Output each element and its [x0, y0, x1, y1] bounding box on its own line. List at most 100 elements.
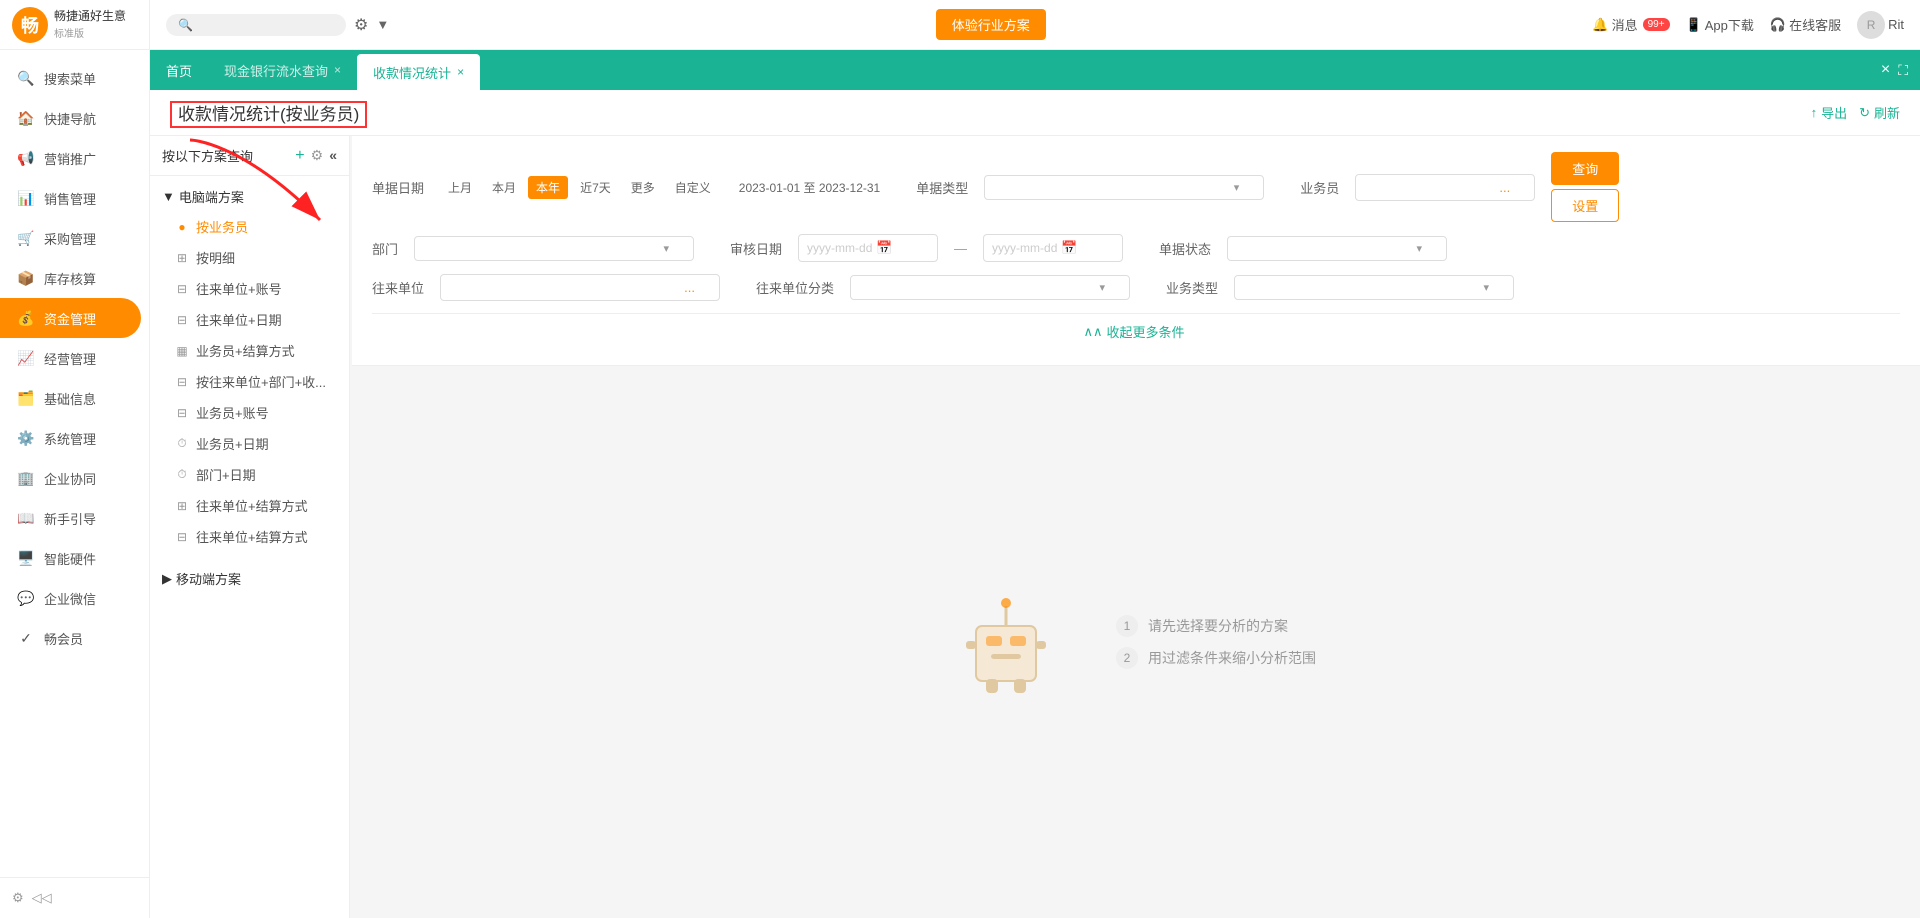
scheme-group-desktop-title[interactable]: ▼ 电脑端方案 — [150, 182, 349, 211]
sales-icon: 📊 — [16, 188, 36, 208]
collapse-panel-icon[interactable]: « — [329, 147, 337, 165]
sidebar-label: 新手引导 — [44, 509, 96, 528]
sidebar-item-purchase[interactable]: 🛒 采购管理 — [0, 218, 149, 258]
collapse-bar[interactable]: ∧∧ 收起更多条件 — [372, 313, 1900, 349]
audit-date-end[interactable]: yyyy-mm-dd 📅 — [983, 234, 1123, 262]
notification-label: 消息 — [1612, 15, 1638, 34]
sidebar-item-basic[interactable]: 🗂️ 基础信息 — [0, 378, 149, 418]
tab-collection-stat-close-icon[interactable]: × — [457, 65, 464, 79]
tab-fullscreen-icon[interactable]: ⛶ — [1898, 62, 1908, 79]
sidebar-item-search-menu[interactable]: 🔍 搜索菜单 — [0, 58, 149, 98]
calendar-start-icon[interactable]: 📅 — [876, 240, 892, 256]
sidebar-item-quick-nav[interactable]: 🏠 快捷导航 — [0, 98, 149, 138]
calendar-end-icon[interactable]: 📅 — [1061, 240, 1077, 256]
sidebar-item-marketing[interactable]: 📢 营销推广 — [0, 138, 149, 178]
date-tab-more[interactable]: 更多 — [623, 176, 663, 199]
doc-status-select[interactable]: ▾ — [1227, 236, 1447, 261]
export-icon: ↑ — [1811, 105, 1818, 120]
date-dash: — — [954, 241, 967, 256]
refresh-action[interactable]: ↻ 刷新 — [1859, 103, 1900, 122]
tab-bank-flow-close-icon[interactable]: × — [334, 63, 341, 77]
salesperson-more-icon[interactable]: ... — [1499, 180, 1510, 195]
partner-label: 往来单位 — [372, 278, 424, 297]
sidebar-item-member[interactable]: ✓ 畅会员 — [0, 618, 149, 658]
partner-more-icon[interactable]: ... — [684, 280, 695, 295]
user-area[interactable]: R Rit — [1857, 11, 1904, 39]
setting-button[interactable]: 设置 — [1551, 189, 1619, 222]
settings-footer-icon[interactable]: ⚙ — [12, 890, 24, 906]
query-button[interactable]: 查询 — [1551, 152, 1619, 185]
notification-area[interactable]: 🔔 消息 99+ — [1592, 15, 1669, 34]
scheme-item-partner-payment1[interactable]: ⊞ 往来单位+结算方式 — [150, 490, 349, 521]
sidebar-item-inventory[interactable]: 📦 库存核算 — [0, 258, 149, 298]
sidebar-item-finance[interactable]: 💰 资金管理 — [0, 298, 141, 338]
scheme-item-partner-payment2[interactable]: ⊟ 往来单位+结算方式 — [150, 521, 349, 552]
sidebar-item-guide[interactable]: 📖 新手引导 — [0, 498, 149, 538]
member-icon: ✓ — [16, 628, 36, 648]
date-tab-this-month[interactable]: 本月 — [484, 176, 524, 199]
biz-type-label: 业务类型 — [1166, 278, 1218, 297]
doc-type-select[interactable]: ▾ — [984, 175, 1264, 200]
date-tab-this-year[interactable]: 本年 — [528, 176, 568, 199]
add-scheme-icon[interactable]: + — [295, 147, 304, 165]
biz-type-select[interactable]: ▾ — [1234, 275, 1514, 300]
date-tab-7days[interactable]: 近7天 — [572, 176, 619, 199]
group-arrow-icon: ▼ — [162, 189, 175, 204]
scheme-item-detail[interactable]: ⊞ 按明细 — [150, 242, 349, 273]
scheme-item-label: 业务员+结算方式 — [196, 341, 295, 360]
settings-scheme-icon[interactable]: ⚙ — [311, 147, 324, 165]
empty-content: 1 请先选择要分析的方案 2 用过滤条件来缩小分析范围 — [956, 586, 1316, 699]
demo-btn[interactable]: 体验行业方案 — [936, 9, 1046, 40]
sidebar-item-operation[interactable]: 📈 经营管理 — [0, 338, 149, 378]
nav-arrow-icon[interactable]: ▼ — [376, 17, 389, 32]
export-action[interactable]: ↑ 导出 — [1811, 103, 1848, 122]
date-tab-custom[interactable]: 自定义 — [667, 176, 719, 199]
nav-settings-icon[interactable]: ⚙ — [354, 15, 368, 35]
scheme-item-partner-dept[interactable]: ⊟ 按往来单位+部门+收... — [150, 366, 349, 397]
topbar-search[interactable]: 🔍 — [166, 14, 346, 36]
scheme-item-salesperson-payment[interactable]: ▦ 业务员+结算方式 — [150, 335, 349, 366]
dept-select[interactable]: ▾ — [414, 236, 694, 261]
sidebar-item-hardware[interactable]: 🖥️ 智能硬件 — [0, 538, 149, 578]
tab-bank-flow[interactable]: 现金银行流水查询 × — [208, 50, 357, 90]
robot-svg — [956, 586, 1056, 696]
partner-select[interactable]: ... — [440, 274, 720, 301]
tab-collection-stat[interactable]: 收款情况统计 × — [357, 54, 480, 90]
scheme-icon-clock2: ⏱ — [174, 467, 190, 483]
online-service-area[interactable]: 🎧 在线客服 — [1770, 15, 1841, 34]
scheme-item-by-salesperson[interactable]: ● 按业务员 — [150, 211, 349, 242]
sidebar-item-wechat[interactable]: 💬 企业微信 — [0, 578, 149, 618]
sidebar-item-system[interactable]: ⚙️ 系统管理 — [0, 418, 149, 458]
tab-home-label: 首页 — [166, 61, 192, 80]
scheme-group-mobile-title[interactable]: ▶ 移动端方案 — [150, 564, 349, 593]
audit-date-start[interactable]: yyyy-mm-dd 📅 — [798, 234, 938, 262]
scheme-item-partner-account[interactable]: ⊟ 往来单位+账号 — [150, 273, 349, 304]
partner-category-select[interactable]: ▾ — [850, 275, 1130, 300]
inventory-icon: 📦 — [16, 268, 36, 288]
scheme-item-salesperson-date[interactable]: ⏱ 业务员+日期 — [150, 428, 349, 459]
collapse-label: 收起更多条件 — [1107, 322, 1185, 341]
salesperson-select[interactable]: ... — [1355, 174, 1535, 201]
app-download-area[interactable]: 📱 App下载 — [1686, 15, 1754, 34]
doc-status-chevron: ▾ — [1417, 242, 1423, 255]
online-service-label: 在线客服 — [1789, 15, 1841, 34]
finance-icon: 💰 — [16, 308, 36, 328]
logo-text-area: 畅捷通好生意 标准版 — [54, 9, 126, 40]
salesperson-label: 业务员 — [1300, 178, 1339, 197]
page-actions: ↑ 导出 ↻ 刷新 — [1811, 103, 1900, 122]
sidebar-item-sales[interactable]: 📊 销售管理 — [0, 178, 149, 218]
logo-area: 畅 畅捷通好生意 标准版 — [0, 0, 149, 50]
tabs-right-actions: × ⛶ — [1881, 61, 1920, 79]
collapse-footer-icon[interactable]: ◁◁ — [32, 890, 52, 906]
scheme-item-partner-date[interactable]: ⊟ 往来单位+日期 — [150, 304, 349, 335]
content-main: 按以下方案查询 + ⚙ « ▼ 电脑端方案 ● 按业务员 — [150, 136, 1920, 918]
logo-icon: 畅 — [12, 7, 48, 43]
scheme-item-dept-date[interactable]: ⏱ 部门+日期 — [150, 459, 349, 490]
scheme-item-salesperson-account[interactable]: ⊟ 业务员+账号 — [150, 397, 349, 428]
topbar-demo-area: 体验行业方案 — [936, 9, 1046, 40]
tab-close-all-icon[interactable]: × — [1881, 61, 1890, 79]
tab-home[interactable]: 首页 — [150, 50, 208, 90]
partner-category-label: 往来单位分类 — [756, 278, 834, 297]
date-tab-last-month[interactable]: 上月 — [440, 176, 480, 199]
sidebar-item-enterprise[interactable]: 🏢 企业协同 — [0, 458, 149, 498]
